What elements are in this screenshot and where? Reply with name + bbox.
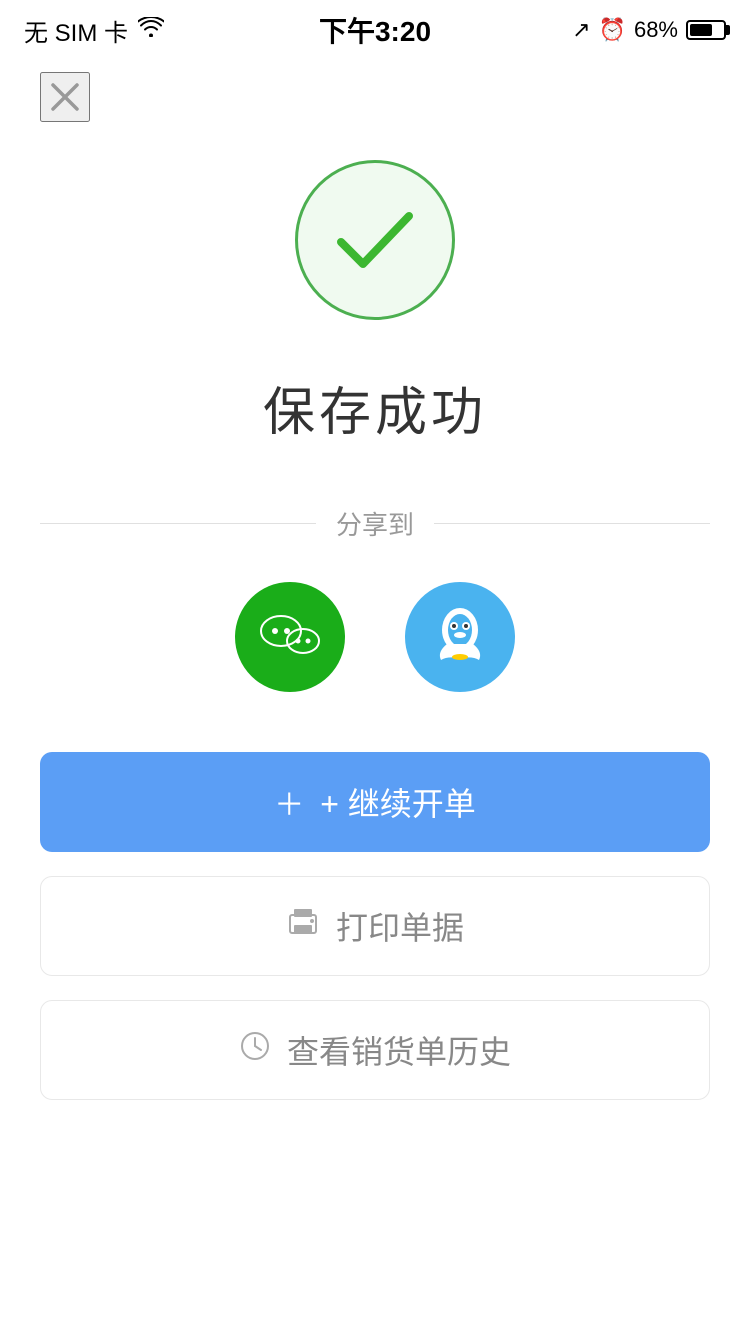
sim-status: 无 SIM 卡 — [24, 13, 128, 48]
close-button[interactable] — [40, 72, 90, 122]
share-icons — [235, 582, 515, 692]
plus-icon: ＋ — [274, 780, 304, 824]
continue-label: + 继续开单 — [320, 779, 476, 825]
print-icon — [286, 907, 320, 945]
history-button[interactable]: 查看销货单历史 — [40, 1000, 710, 1100]
status-time: 下午3:20 — [319, 10, 431, 50]
wechat-share-button[interactable] — [235, 582, 345, 692]
status-left: 无 SIM 卡 — [24, 13, 164, 48]
success-circle — [295, 160, 455, 320]
wechat-icon — [257, 609, 323, 665]
battery-icon — [686, 20, 726, 40]
success-title: 保存成功 — [263, 370, 487, 445]
divider-right — [434, 523, 710, 524]
print-button[interactable]: 打印单据 — [40, 876, 710, 976]
status-bar: 无 SIM 卡 下午3:20 ↗ ⏰ 68% — [0, 0, 750, 60]
continue-button[interactable]: ＋ + 继续开单 — [40, 752, 710, 852]
print-label: 打印单据 — [336, 903, 464, 949]
location-icon: ↗ — [572, 17, 590, 43]
divider-left — [40, 523, 316, 524]
qq-icon — [427, 602, 493, 672]
main-content: 保存成功 分享到 — [0, 60, 750, 1100]
checkmark-icon — [335, 210, 415, 270]
wifi-icon — [138, 17, 164, 43]
action-buttons: ＋ + 继续开单 打印单据 查看销货单 — [0, 752, 750, 1100]
alarm-icon: ⏰ — [599, 17, 626, 43]
status-right: ↗ ⏰ 68% — [572, 17, 726, 43]
share-divider: 分享到 — [0, 505, 750, 542]
battery-percent: 68% — [634, 17, 678, 43]
share-section: 分享到 — [0, 505, 750, 692]
history-label: 查看销货单历史 — [287, 1027, 511, 1073]
history-icon — [239, 1030, 271, 1070]
qq-share-button[interactable] — [405, 582, 515, 692]
share-label: 分享到 — [316, 505, 434, 542]
